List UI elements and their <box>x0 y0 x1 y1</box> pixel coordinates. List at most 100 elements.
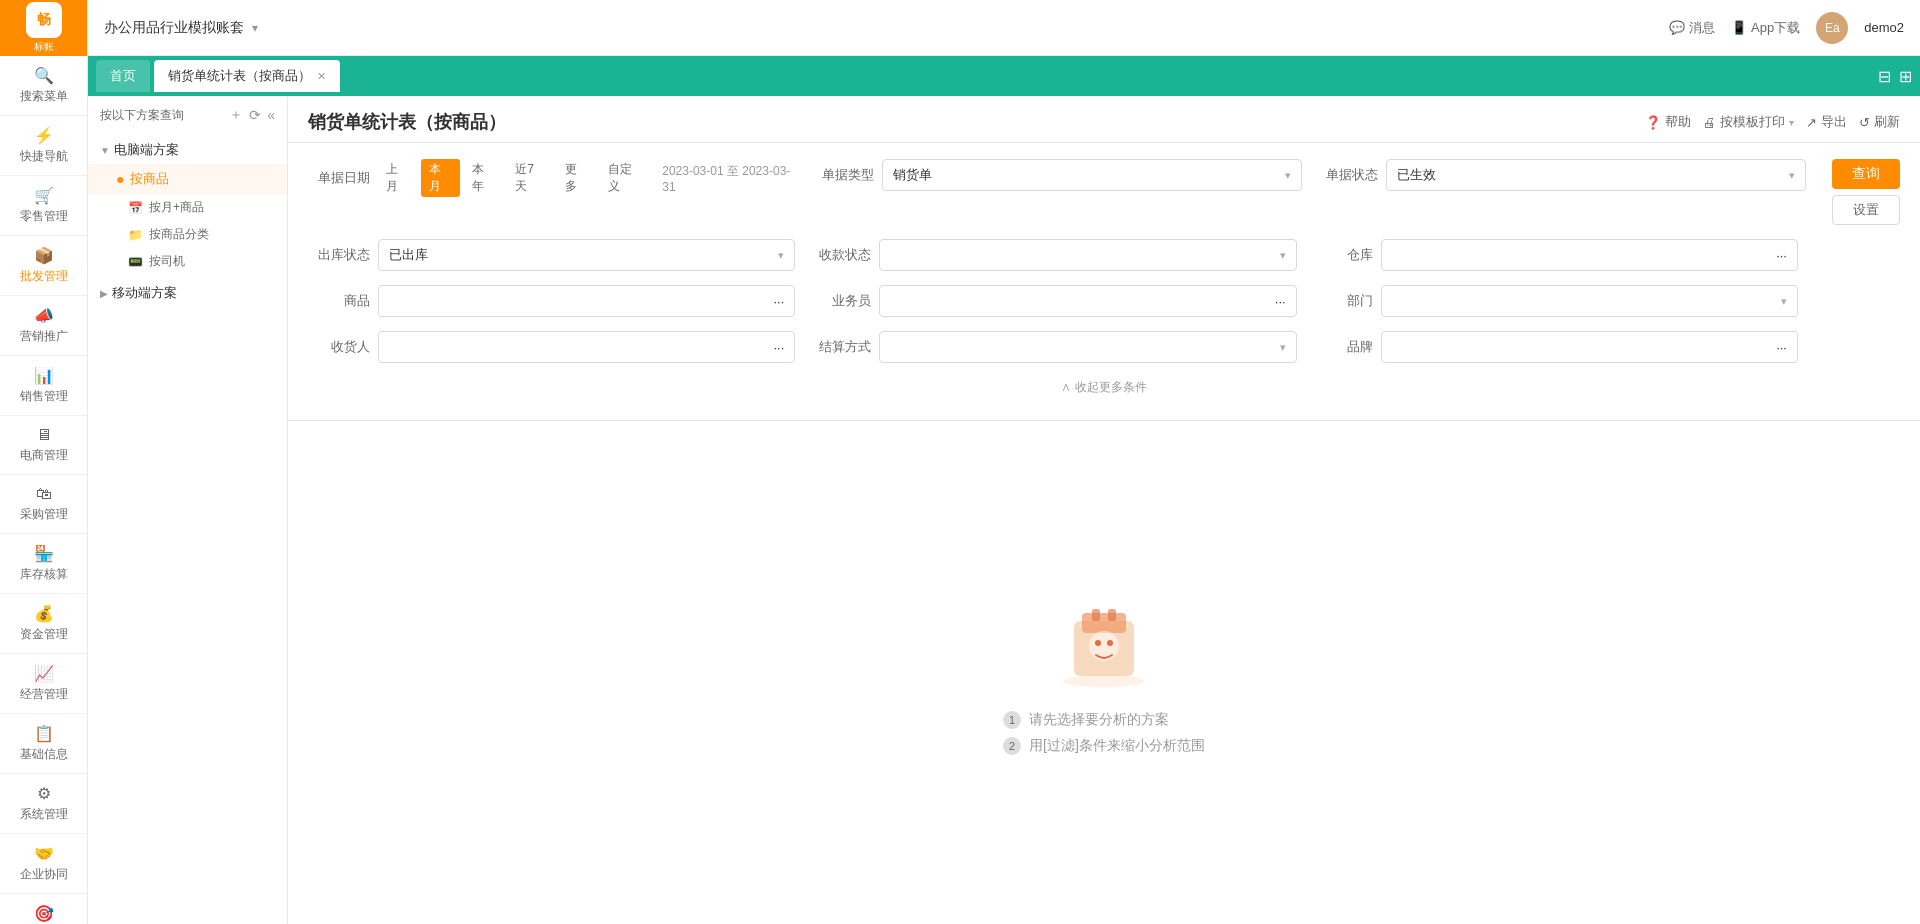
refresh-scheme-icon[interactable]: ⟳ <box>249 107 261 123</box>
empty-tips: 1 请先选择要分析的方案 2 用[过滤]条件来缩小分析范围 <box>1003 711 1205 755</box>
brand-more-icon[interactable]: ··· <box>1776 340 1787 355</box>
message-button[interactable]: 💬 消息 <box>1669 19 1715 37</box>
tab-maximize-icon[interactable]: ⊞ <box>1899 67 1912 86</box>
product-input[interactable]: ··· <box>378 285 795 317</box>
template-print-button[interactable]: 🖨 按模板打印 ▾ <box>1703 113 1794 131</box>
scheme-sub-item-by-category[interactable]: 📁 按商品分类 <box>88 221 287 248</box>
filter-receiver-group: 收货人 ··· <box>308 331 795 363</box>
sidebar-item-operations[interactable]: 📈 经营管理 <box>0 654 87 714</box>
print-dropdown-icon: ▾ <box>1789 117 1794 128</box>
sidebar-item-collab[interactable]: 🤝 企业协同 <box>0 834 87 894</box>
main-area: 办公用品行业模拟账套 ▾ 💬 消息 📱 App下载 Ea demo2 首页 销货… <box>88 0 1920 924</box>
date-btn-last-month[interactable]: 上月 <box>378 159 417 197</box>
filter-area: 单据日期 上月 本月 本年 近7天 更多 自定义 2023-03-01 至 20… <box>288 143 1920 421</box>
export-icon: ↗ <box>1806 115 1817 130</box>
filter-warehouse-group: 仓库 ··· <box>1311 239 1798 271</box>
app-download-icon: 📱 <box>1731 20 1747 35</box>
sidebar-item-sales[interactable]: 📊 销售管理 <box>0 356 87 416</box>
dept-dropdown-icon: ▾ <box>1781 295 1787 308</box>
tab-sales-stat[interactable]: 销货单统计表（按商品） ✕ <box>154 60 340 92</box>
refresh-button[interactable]: ↺ 刷新 <box>1859 113 1900 131</box>
sidebar-item-retail-label: 零售管理 <box>20 208 68 225</box>
sidebar-item-inventory[interactable]: 🏪 库存核算 <box>0 534 87 594</box>
workspace-dropdown-icon[interactable]: ▾ <box>252 21 258 35</box>
app-download-button[interactable]: 📱 App下载 <box>1731 19 1800 37</box>
empty-state: 1 请先选择要分析的方案 2 用[过滤]条件来缩小分析范围 <box>288 421 1920 924</box>
out-status-value: 已出库 <box>389 246 428 264</box>
date-btn-custom[interactable]: 自定义 <box>600 159 651 197</box>
sidebar-item-ecommerce[interactable]: 🖥 电商管理 <box>0 416 87 475</box>
scheme-group-mobile-title[interactable]: ▶ 移动端方案 <box>88 279 287 307</box>
sidebar-item-wholesale[interactable]: 📦 批发管理 <box>0 236 87 296</box>
sidebar-item-search[interactable]: 🔍 搜索菜单 <box>0 56 87 116</box>
tab-close-icon[interactable]: ✕ <box>317 70 326 83</box>
doc-type-value: 销货单 <box>893 166 932 184</box>
date-btn-this-month[interactable]: 本月 <box>421 159 460 197</box>
tab-home-label: 首页 <box>110 67 136 85</box>
user-name: demo2 <box>1864 20 1904 35</box>
warehouse-more-icon[interactable]: ··· <box>1776 248 1787 263</box>
inventory-icon: 🏪 <box>34 544 54 563</box>
date-btn-last-7[interactable]: 近7天 <box>507 159 552 197</box>
filter-row-1: 单据日期 上月 本月 本年 近7天 更多 自定义 2023-03-01 至 20… <box>308 159 1900 225</box>
salesperson-more-icon[interactable]: ··· <box>1275 294 1286 309</box>
filter-row-3: 商品 ··· 业务员 ··· 部门 <box>308 285 1900 317</box>
print-icon: 🖨 <box>1703 115 1716 130</box>
out-status-select[interactable]: 已出库 ▾ <box>378 239 795 271</box>
brand-input[interactable]: ··· <box>1381 331 1798 363</box>
doc-type-select[interactable]: 销货单 ▾ <box>882 159 1302 191</box>
filter-date-group: 单据日期 上月 本月 本年 近7天 更多 自定义 2023-03-01 至 20… <box>308 159 798 197</box>
sidebar-item-system[interactable]: ⚙ 系统管理 <box>0 774 87 834</box>
sidebar-item-marketing[interactable]: 📣 营销推广 <box>0 296 87 356</box>
scheme-sub-item-by-cashier[interactable]: 📟 按司机 <box>88 248 287 275</box>
purchase-icon: 🛍 <box>36 485 52 503</box>
sidebar-item-purchase[interactable]: 🛍 采购管理 <box>0 475 87 534</box>
tabbar: 首页 销货单统计表（按商品） ✕ ⊟ ⊞ <box>88 56 1920 96</box>
left-panel: 按以下方案查询 ＋ ⟳ « ▼ 电脑端方案 ● 按商品 <box>88 96 288 924</box>
app-logo[interactable]: 畅 标账 <box>0 0 87 56</box>
export-button[interactable]: ↗ 导出 <box>1806 113 1847 131</box>
sidebar-item-retail[interactable]: 🛒 零售管理 <box>0 176 87 236</box>
dept-select[interactable]: ▾ <box>1381 285 1798 317</box>
collapse-button[interactable]: ∧ 收起更多条件 <box>308 371 1900 404</box>
sidebar-item-basic[interactable]: 📋 基础信息 <box>0 714 87 774</box>
refresh-label: 刷新 <box>1874 113 1900 131</box>
scheme-sub-item-by-month-product[interactable]: 📅 按月+商品 <box>88 194 287 221</box>
add-scheme-icon[interactable]: ＋ <box>229 106 243 124</box>
tab-minimize-icon[interactable]: ⊟ <box>1878 67 1891 86</box>
receipt-status-select[interactable]: ▾ <box>879 239 1296 271</box>
query-button[interactable]: 查询 <box>1832 159 1900 189</box>
help-label: 帮助 <box>1665 113 1691 131</box>
doc-status-value: 已生效 <box>1397 166 1436 184</box>
sidebar-item-quick[interactable]: ⚡ 快捷导航 <box>0 116 87 176</box>
left-panel-icons: ＋ ⟳ « <box>229 106 275 124</box>
query-buttons: 查询 设置 <box>1832 159 1900 225</box>
sales-icon: 📊 <box>34 366 54 385</box>
by-cashier-icon: 📟 <box>128 255 143 269</box>
date-btn-more[interactable]: 更多 <box>557 159 596 197</box>
receiver-input[interactable]: ··· <box>378 331 795 363</box>
user-avatar[interactable]: Ea <box>1816 12 1848 44</box>
sidebar-item-collab-label: 企业协同 <box>20 866 68 883</box>
collapse-panel-icon[interactable]: « <box>267 107 275 123</box>
receiver-more-icon[interactable]: ··· <box>773 340 784 355</box>
scheme-sub-item-label: 按月+商品 <box>149 199 204 216</box>
salesperson-input[interactable]: ··· <box>879 285 1296 317</box>
product-more-icon[interactable]: ··· <box>773 294 784 309</box>
scheme-group-desktop-title[interactable]: ▼ 电脑端方案 <box>88 136 287 164</box>
tab-home[interactable]: 首页 <box>96 60 150 92</box>
payment-select[interactable]: ▾ <box>879 331 1296 363</box>
settings-button[interactable]: 设置 <box>1832 195 1900 225</box>
warehouse-input[interactable]: ··· <box>1381 239 1798 271</box>
sidebar-item-finance-label: 资金管理 <box>20 626 68 643</box>
collab-icon: 🤝 <box>34 844 54 863</box>
scheme-item-by-product[interactable]: ● 按商品 <box>88 164 287 194</box>
sidebar-item-finance[interactable]: 💰 资金管理 <box>0 594 87 654</box>
date-btn-this-year[interactable]: 本年 <box>464 159 503 197</box>
receipt-status-label: 收款状态 <box>809 246 879 264</box>
sidebar-item-guide[interactable]: 🎯 新手引导 <box>0 894 87 924</box>
help-button[interactable]: ❓ 帮助 <box>1645 113 1691 131</box>
doc-status-select[interactable]: 已生效 ▾ <box>1386 159 1806 191</box>
content-area: 按以下方案查询 ＋ ⟳ « ▼ 电脑端方案 ● 按商品 <box>88 96 1920 924</box>
sidebar-item-wholesale-label: 批发管理 <box>20 268 68 285</box>
